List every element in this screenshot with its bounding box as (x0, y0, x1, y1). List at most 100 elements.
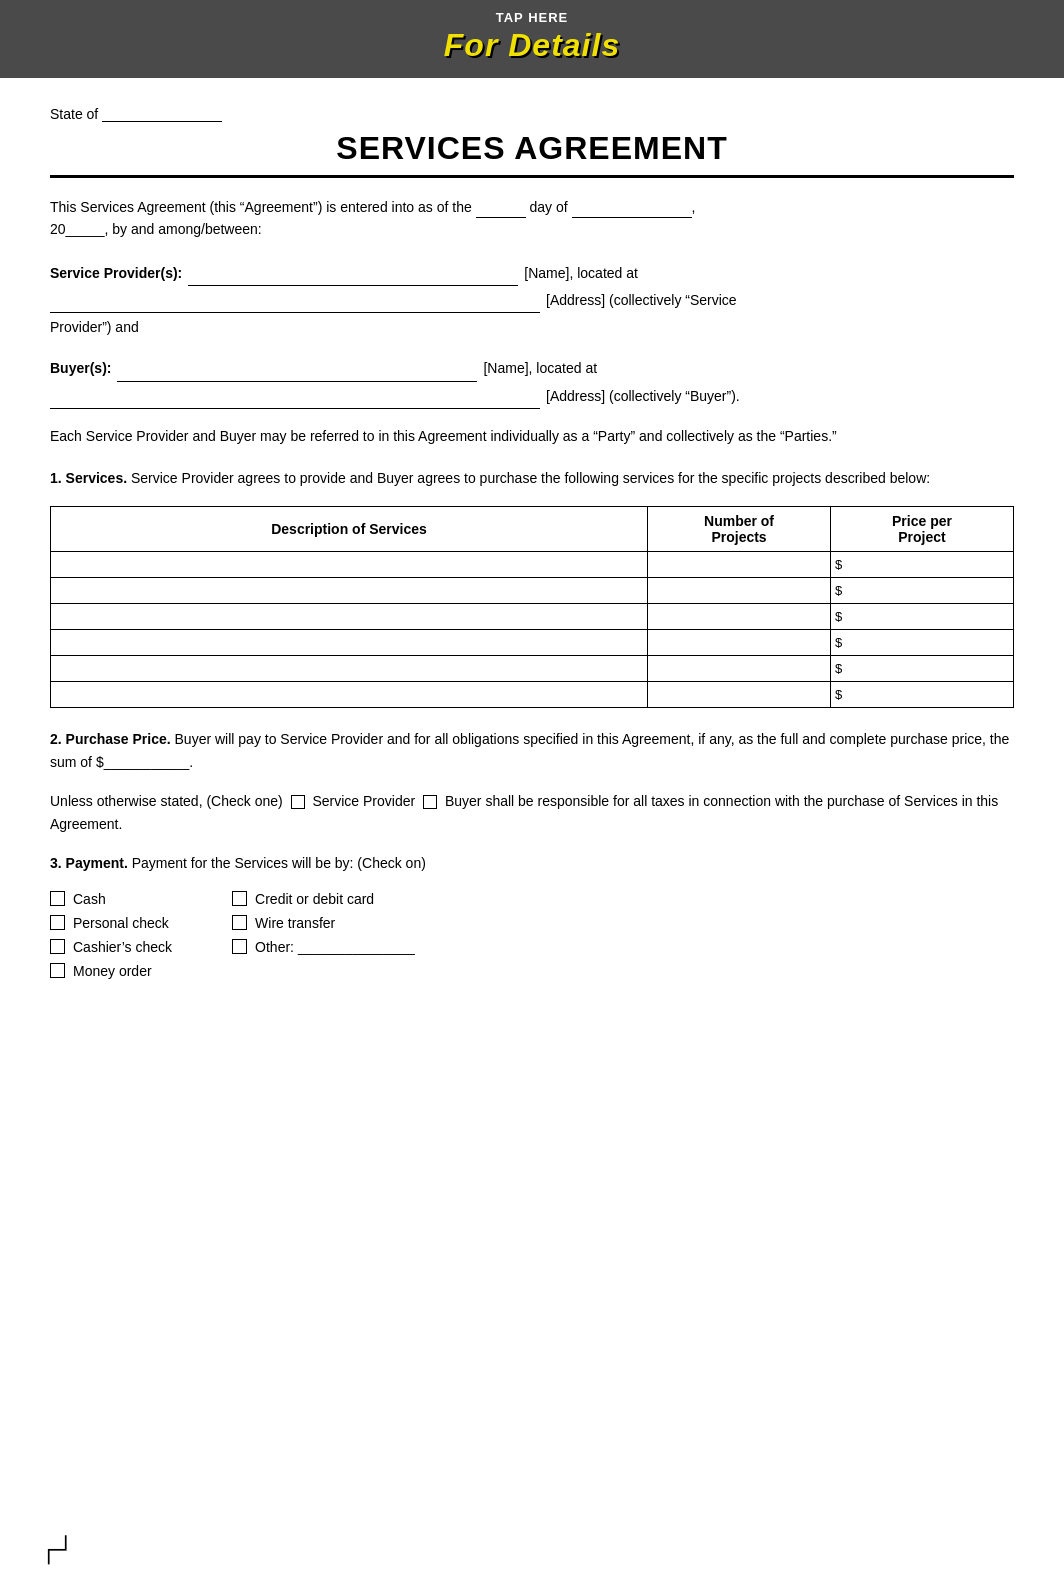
payment-option-col2-2: Other: _______________ (232, 939, 415, 955)
table-desc-cell-3[interactable] (51, 629, 648, 655)
dollar-sign: $ (835, 609, 842, 624)
section1-text: Service Provider agrees to provide and B… (131, 470, 930, 486)
buyer-line2: [Address] (collectively “Buyer”). (50, 384, 1014, 409)
payment-checkbox-col2-1[interactable] (232, 915, 247, 930)
tax-option1: Service Provider (312, 793, 415, 809)
section3-body: Payment for the Services will be by: (Ch… (132, 855, 426, 871)
payment-label-col1-3: Money order (73, 963, 152, 979)
payment-checkbox-col1-1[interactable] (50, 915, 65, 930)
table-desc-cell-1[interactable] (51, 577, 648, 603)
table-row: $ (51, 629, 1014, 655)
table-num-cell-3[interactable] (648, 629, 831, 655)
buyer-section: Buyer(s): [Name], located at [Address] (… (50, 356, 1014, 408)
state-blank[interactable] (102, 121, 222, 122)
table-price-cell-5[interactable]: $ (831, 681, 1014, 707)
service-provider-suffix1: [Name], located at (524, 261, 638, 286)
payment-option-col2-1: Wire transfer (232, 915, 415, 931)
footer-logo-container: ┌┘ (40, 1537, 74, 1561)
title-divider (50, 175, 1014, 178)
buyer-label: Buyer(s): (50, 356, 111, 381)
buyer-suffix1: [Name], located at (483, 356, 597, 381)
table-price-cell-4[interactable]: $ (831, 655, 1014, 681)
payment-label-col1-1: Personal check (73, 915, 169, 931)
buyer-address-blank[interactable] (50, 408, 540, 409)
payment-col-left: CashPersonal checkCashier’s checkMoney o… (50, 891, 172, 979)
table-price-cell-3[interactable]: $ (831, 629, 1014, 655)
service-provider-suffix2: [Address] (collectively “Service (546, 288, 737, 313)
buyer-name-blank[interactable] (117, 381, 477, 382)
table-desc-cell-4[interactable] (51, 655, 648, 681)
table-price-cell-2[interactable]: $ (831, 603, 1014, 629)
buyer-line1: Buyer(s): [Name], located at (50, 356, 1014, 381)
checkbox-service-provider[interactable] (291, 795, 305, 809)
intro-line1: This Services Agreement (this “Agreement… (50, 199, 472, 215)
services-table: Description of Services Number of Projec… (50, 506, 1014, 708)
service-provider-address-blank[interactable] (50, 312, 540, 313)
table-num-cell-4[interactable] (648, 655, 831, 681)
parties-paragraph: Each Service Provider and Buyer may be r… (50, 425, 1014, 447)
table-desc-cell-5[interactable] (51, 681, 648, 707)
state-label: State of (50, 106, 98, 122)
service-provider-section: Service Provider(s): [Name], located at … (50, 261, 1014, 341)
section3-text: 3. Payment. Payment for the Services wil… (50, 852, 1014, 875)
payment-label-col2-0: Credit or debit card (255, 891, 374, 907)
header-banner[interactable]: TAP HERE For Details (0, 0, 1064, 78)
section3-number: 3. (50, 855, 62, 871)
payment-col-right: Credit or debit card Wire transfer Other: … (232, 891, 415, 979)
col-num-header: Number of Projects (648, 506, 831, 551)
payment-checkbox-col1-3[interactable] (50, 963, 65, 978)
table-price-cell-0[interactable]: $ (831, 551, 1014, 577)
payment-label-col2-1: Wire transfer (255, 915, 335, 931)
dollar-sign: $ (835, 687, 842, 702)
col-price-header: Price per Project (831, 506, 1014, 551)
table-row: $ (51, 577, 1014, 603)
dollar-sign: $ (835, 661, 842, 676)
section2-heading: Purchase Price. (66, 731, 171, 747)
table-num-cell-5[interactable] (648, 681, 831, 707)
buyer-suffix2: [Address] (collectively “Buyer”). (546, 384, 740, 409)
payment-checkbox-col2-0[interactable] (232, 891, 247, 906)
state-line: State of (50, 106, 1014, 122)
table-num-cell-0[interactable] (648, 551, 831, 577)
service-provider-label: Service Provider(s): (50, 261, 182, 286)
table-header-row: Description of Services Number of Projec… (51, 506, 1014, 551)
intro-comma: , (692, 199, 696, 215)
for-details-text: For Details (0, 27, 1064, 64)
section3-heading: Payment. (66, 855, 128, 871)
checkbox-buyer-tax[interactable] (423, 795, 437, 809)
payment-label-col1-2: Cashier’s check (73, 939, 172, 955)
table-row: $ (51, 681, 1014, 707)
table-num-cell-2[interactable] (648, 603, 831, 629)
table-row: $ (51, 655, 1014, 681)
document-title: SERVICES AGREEMENT (50, 130, 1014, 167)
table-desc-cell-0[interactable] (51, 551, 648, 577)
section2-number: 2. (50, 731, 62, 747)
footer-logo: ┌┘ (40, 1535, 74, 1562)
service-provider-name-blank[interactable] (188, 285, 518, 286)
section1-number: 1. (50, 470, 62, 486)
intro-line2: 20_____, by and among/between: (50, 221, 262, 237)
payment-options: CashPersonal checkCashier’s checkMoney o… (50, 891, 1014, 979)
section1-heading-word: Services. (66, 470, 128, 486)
date-blank[interactable] (572, 217, 692, 218)
day-of: day of (530, 199, 568, 215)
dollar-sign: $ (835, 557, 842, 572)
day-blank[interactable] (476, 217, 526, 218)
service-provider-line2: [Address] (collectively “Service (50, 288, 1014, 313)
payment-checkbox-col2-2[interactable] (232, 939, 247, 954)
payment-label-col2-2: Other: _______________ (255, 939, 415, 955)
dollar-sign: $ (835, 635, 842, 650)
payment-checkbox-col1-2[interactable] (50, 939, 65, 954)
table-price-cell-1[interactable]: $ (831, 577, 1014, 603)
service-provider-line1: Service Provider(s): [Name], located at (50, 261, 1014, 286)
table-desc-cell-2[interactable] (51, 603, 648, 629)
payment-checkbox-col1-0[interactable] (50, 891, 65, 906)
tap-here-text: TAP HERE (0, 10, 1064, 25)
section2-text: 2. Purchase Price. Buyer will pay to Ser… (50, 728, 1014, 774)
section2-body: Buyer will pay to Service Provider and f… (50, 731, 1009, 770)
table-num-cell-1[interactable] (648, 577, 831, 603)
payment-option-col2-0: Credit or debit card (232, 891, 415, 907)
section1-heading: 1. Services. Service Provider agrees to … (50, 467, 1014, 489)
payment-option-col1-3: Money order (50, 963, 172, 979)
service-provider-suffix3: Provider”) and (50, 315, 1014, 340)
